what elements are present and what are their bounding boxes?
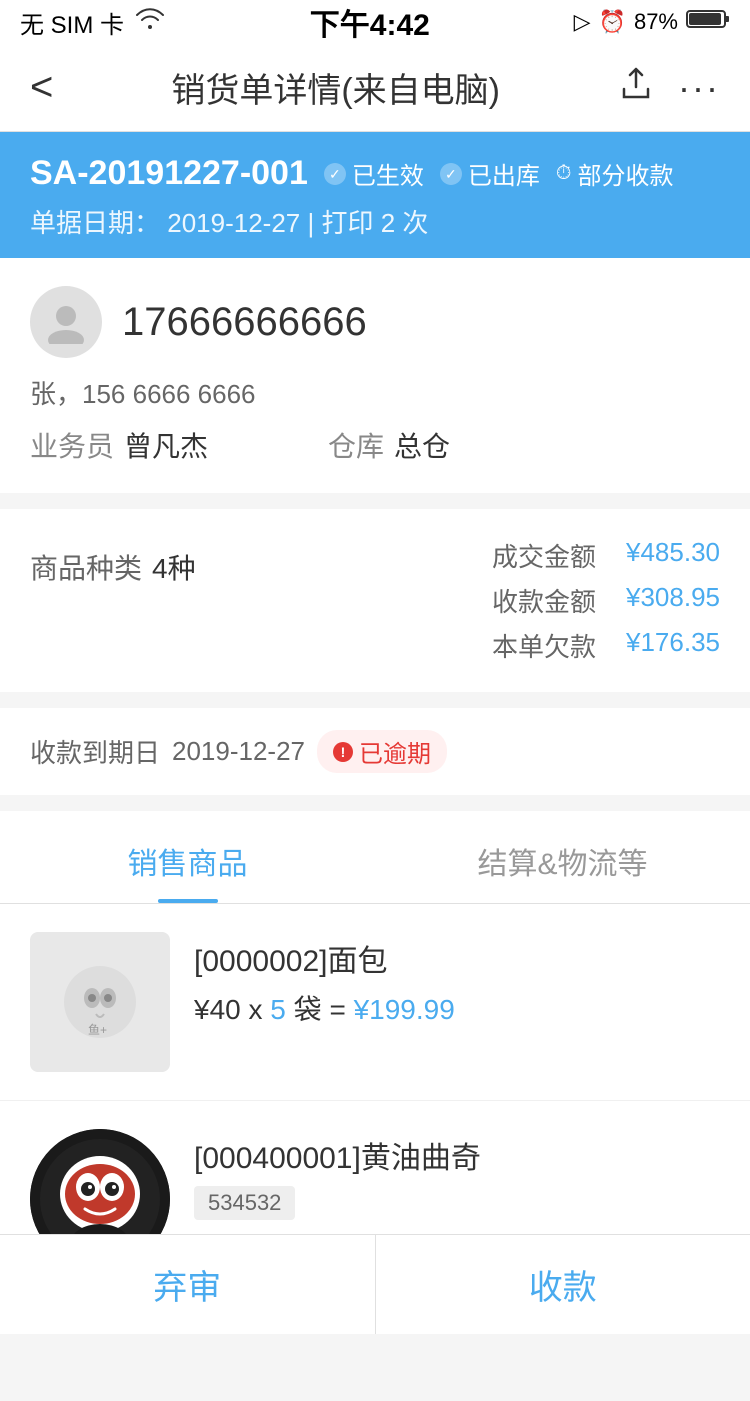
due-date-section: 收款到期日 2019-12-27 ! 已逾期 [0,708,750,795]
battery-icon [686,8,730,36]
product-name-1: [0000002]面包 [194,936,720,980]
tab-settlement[interactable]: 结算&物流等 [375,811,750,903]
back-button[interactable]: < [30,65,53,110]
product-sku-2: 534532 [194,1186,295,1220]
status-left: 无 SIM 卡 [20,5,166,40]
due-value: ¥176.35 [626,627,720,664]
overdue-label: 已逾期 [359,734,431,769]
product-price-1: ¥40 x 5 袋 = ¥199.99 [194,988,720,1028]
due-label: 本单欠款 [492,627,596,664]
tab-products[interactable]: 销售商品 [0,811,375,903]
category-label: 商品种类 [30,547,142,587]
product-item-1: 鱼+ [0000002]面包 ¥40 x 5 袋 = ¥199.99 [0,904,750,1101]
summary-right: 成交金额 ¥485.30 收款金额 ¥308.95 本单欠款 ¥176.35 [492,537,720,664]
product-name-2: [000400001]黄油曲奇 [194,1133,720,1177]
product-details-1: [0000002]面包 ¥40 x 5 袋 = ¥199.99 [194,932,720,1028]
tabs-section: 销售商品 结算&物流等 [0,811,750,904]
alarm-icon: ⏰ [599,9,626,35]
order-header-banner: SA-20191227-001 ✓ 已生效 ✓ 已出库 ⏱ 部分收款 单据日期：… [0,132,750,258]
status-bar: 无 SIM 卡 下午4:42 ▷ ⏰ 87% [0,0,750,44]
category-count: 4种 [152,547,196,587]
received-value: ¥308.95 [626,582,720,619]
wifi-icon [134,7,166,38]
cancel-button[interactable]: 弃审 [0,1235,376,1334]
customer-avatar [30,286,102,358]
status-time: 下午4:42 [310,0,430,44]
summary-section: 商品种类 4种 成交金额 ¥485.30 收款金额 ¥308.95 本单欠款 ¥… [0,509,750,692]
product-qty-1: 5 [270,994,286,1025]
location-icon: ▷ [574,9,591,35]
badge-active: ✓ 已生效 [324,156,424,191]
status-right: ▷ ⏰ 87% [574,8,730,36]
page-title: 销货单详情(来自电脑) [171,63,500,112]
customer-info-row: 业务员 曾凡杰 仓库 总仓 [30,425,720,465]
received-label: 收款金额 [492,582,596,619]
customer-section: 17666666666 张，156 6666 6666 业务员 曾凡杰 仓库 总… [0,258,750,493]
sales-value: 曾凡杰 [124,425,208,465]
amount-value: ¥485.30 [626,537,720,574]
order-date-row: 单据日期： 2019-12-27 | 打印 2 次 [30,203,720,240]
nav-bar: < 销货单详情(来自电脑) ··· [0,44,750,132]
carrier-label: 无 SIM 卡 [20,5,124,40]
amount-label: 成交金额 [492,537,596,574]
more-button[interactable]: ··· [678,67,720,109]
nav-actions: ··· [618,65,720,110]
battery-label: 87% [634,9,678,35]
badge-partial: ⏱ 部分收款 [556,156,674,191]
product-image-1: 鱼+ [30,932,170,1072]
due-date-label: 收款到期日 [30,733,160,770]
overdue-badge: ! 已逾期 [317,730,447,773]
warehouse-value: 总仓 [394,425,450,465]
sales-label: 业务员 [30,425,114,465]
order-id: SA-20191227-001 [30,154,308,193]
customer-name-phone: 张，156 6666 6666 [30,374,720,411]
warehouse-label: 仓库 [328,425,384,465]
customer-phone: 17666666666 [122,300,367,345]
badge-shipped: ✓ 已出库 [440,156,540,191]
bottom-bar: 弃审 收款 [0,1234,750,1334]
due-date-value: 2019-12-27 [172,736,305,767]
svg-text:鱼+: 鱼+ [88,1023,107,1037]
share-button[interactable] [618,65,654,110]
collect-button[interactable]: 收款 [376,1235,750,1334]
product-total-1: ¥199.99 [354,994,455,1025]
overdue-icon: ! [333,742,353,762]
